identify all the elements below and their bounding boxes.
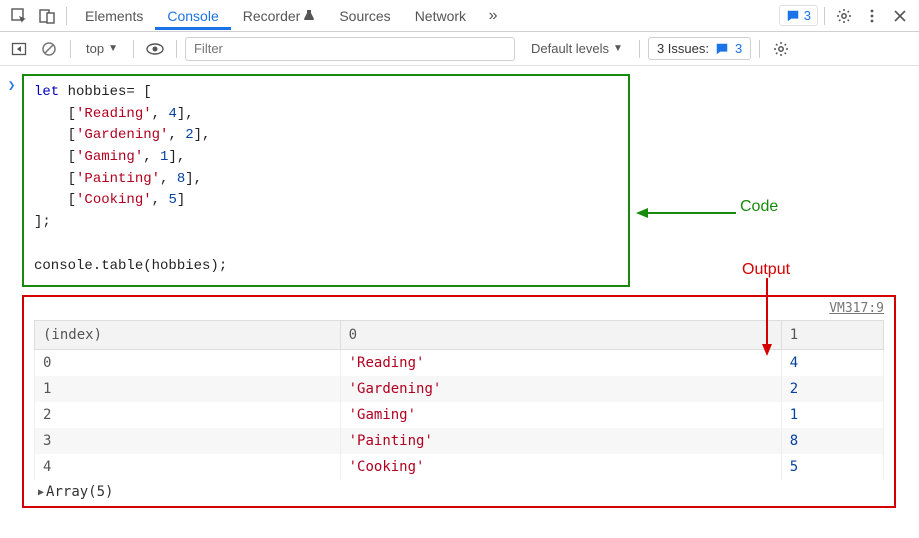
prompt-caret-icon: ❯ — [8, 78, 15, 92]
table-body: 0'Reading'41'Gardening'22'Gaming'13'Pain… — [35, 350, 884, 481]
value-cell: 'Gaming' — [340, 402, 781, 428]
value-cell: 8 — [781, 428, 883, 454]
index-cell: 0 — [35, 350, 341, 377]
value-cell: 'Gardening' — [340, 376, 781, 402]
chat-icon — [715, 42, 729, 56]
value-cell: 'Painting' — [340, 428, 781, 454]
issues-count: 3 — [735, 41, 742, 56]
console-table: (index)01 0'Reading'41'Gardening'22'Gami… — [34, 320, 884, 480]
divider — [639, 40, 640, 58]
array-expand-row[interactable]: ▶ Array(5) — [24, 480, 894, 502]
table-row[interactable]: 2'Gaming'1 — [35, 402, 884, 428]
chat-icon — [786, 9, 800, 23]
device-toolbar-icon[interactable] — [34, 3, 60, 29]
live-expression-icon[interactable] — [142, 36, 168, 62]
table-row[interactable]: 0'Reading'4 — [35, 350, 884, 377]
array-label: Array(5) — [46, 484, 113, 500]
devtools-top-toolbar: ElementsConsoleRecorderSourcesNetwork » … — [0, 0, 919, 32]
tab-recorder[interactable]: Recorder — [231, 2, 328, 30]
value-cell: 4 — [781, 350, 883, 377]
index-cell: 2 — [35, 402, 341, 428]
arrow-output — [760, 278, 774, 356]
tab-sources[interactable]: Sources — [327, 2, 402, 30]
divider — [824, 7, 825, 25]
context-selector[interactable]: top ▼ — [79, 38, 125, 59]
index-cell: 1 — [35, 376, 341, 402]
index-cell: 4 — [35, 454, 341, 480]
sidebar-toggle-icon[interactable] — [6, 36, 32, 62]
messages-count: 3 — [804, 8, 811, 23]
tab-elements[interactable]: Elements — [73, 2, 155, 30]
clear-console-icon[interactable] — [36, 36, 62, 62]
table-row[interactable]: 3'Painting'8 — [35, 428, 884, 454]
table-header-cell[interactable]: 0 — [340, 321, 781, 350]
table-header-cell[interactable]: (index) — [35, 321, 341, 350]
log-levels-selector[interactable]: Default levels ▼ — [523, 39, 631, 58]
annotation-output-label: Output — [742, 261, 790, 279]
dropdown-icon: ▼ — [613, 43, 623, 54]
code-input-block[interactable]: let hobbies= [ ['Reading', 4], ['Gardeni… — [22, 74, 630, 287]
console-subtoolbar: top ▼ Default levels ▼ 3 Issues: 3 — [0, 32, 919, 66]
table-row[interactable]: 4'Cooking'5 — [35, 454, 884, 480]
console-settings-icon[interactable] — [768, 36, 794, 62]
divider — [70, 40, 71, 58]
value-cell: 2 — [781, 376, 883, 402]
dropdown-icon: ▼ — [108, 43, 118, 54]
levels-label: Default levels — [531, 41, 609, 56]
console-body: ❯ let hobbies= [ ['Reading', 4], ['Garde… — [0, 66, 919, 512]
more-tabs-icon[interactable]: » — [480, 3, 506, 29]
value-cell: 'Reading' — [340, 350, 781, 377]
index-cell: 3 — [35, 428, 341, 454]
table-header-row: (index)01 — [35, 321, 884, 350]
value-cell: 'Cooking' — [340, 454, 781, 480]
divider — [759, 40, 760, 58]
divider — [176, 40, 177, 58]
issues-button[interactable]: 3 Issues: 3 — [648, 37, 751, 60]
annotation-code-label: Code — [740, 198, 778, 216]
tab-network[interactable]: Network — [403, 2, 478, 30]
value-cell: 5 — [781, 454, 883, 480]
arrow-code — [636, 206, 736, 220]
close-icon[interactable] — [887, 3, 913, 29]
kebab-menu-icon[interactable] — [859, 3, 885, 29]
expand-triangle-icon: ▶ — [38, 487, 44, 498]
table-header-cell[interactable]: 1 — [781, 321, 883, 350]
inspect-element-icon[interactable] — [6, 3, 32, 29]
messages-badge[interactable]: 3 — [779, 5, 818, 26]
flask-icon — [303, 8, 315, 24]
issues-label: 3 Issues: — [657, 41, 709, 56]
context-value: top — [86, 41, 104, 56]
settings-icon[interactable] — [831, 3, 857, 29]
tabs-container: ElementsConsoleRecorderSourcesNetwork — [73, 2, 478, 30]
table-row[interactable]: 1'Gardening'2 — [35, 376, 884, 402]
tab-console[interactable]: Console — [155, 2, 230, 30]
value-cell: 1 — [781, 402, 883, 428]
divider — [66, 7, 67, 25]
filter-input[interactable] — [185, 37, 515, 61]
divider — [133, 40, 134, 58]
